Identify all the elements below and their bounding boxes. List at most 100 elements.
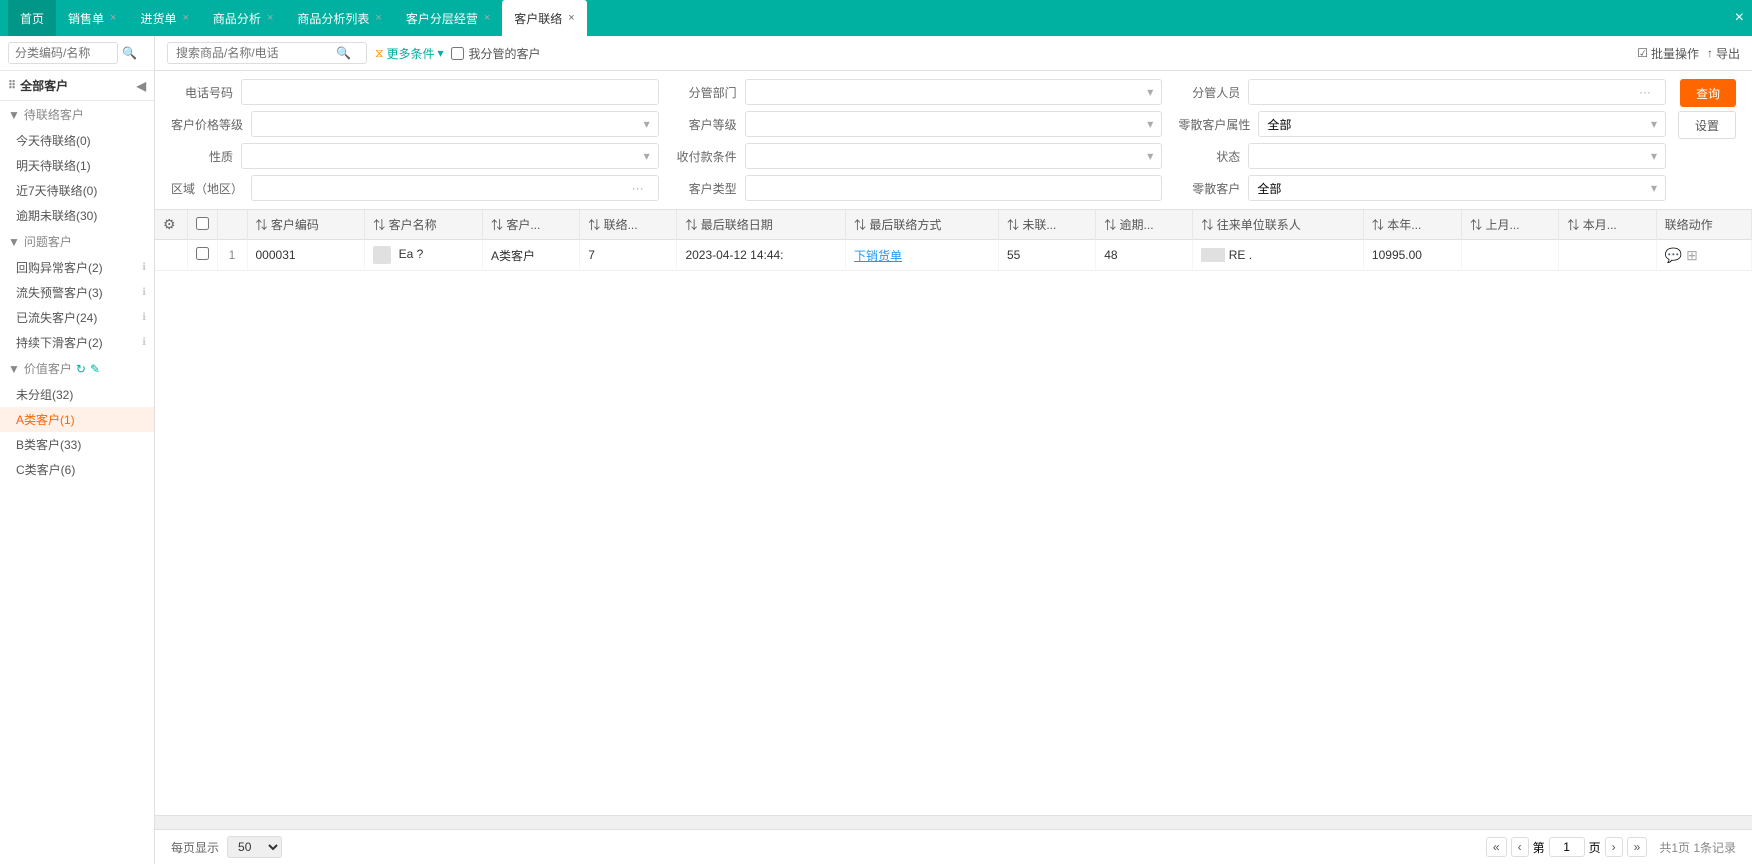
retail-attr-field: 零散客户属性 全部 ▾ [1178,111,1666,137]
sidebar-item-churn-warning[interactable]: 流失预警客户(3) ℹ [0,280,154,305]
nav-tab-purchase[interactable]: 进货单 × [128,0,200,36]
nav-tab-purchase-close[interactable]: × [182,12,188,24]
dept-select[interactable]: ▾ [745,79,1163,105]
col-no-contact-sort-icon: ⇅ [1007,218,1019,232]
content-area: 🔍 ⧖ 更多条件 ▾ 我分管的客户 ☑ 批量操作 ↑ 导出 [155,36,1752,864]
retail-customer-select[interactable]: 全部 ▾ [1248,175,1666,201]
col-contact-action-header: 联络动作 [1656,210,1751,240]
sidebar-section-problem[interactable]: ▼ 问题客户 [0,228,154,255]
sidebar-item-tomorrow-pending[interactable]: 明天待联络(1) [0,153,154,178]
price-level-select[interactable]: ▾ [251,111,659,137]
search-input[interactable] [176,46,336,60]
grid-action-icon[interactable]: ⊞ [1686,247,1698,264]
sidebar-item-today-pending[interactable]: 今天待联络(0) [0,128,154,153]
next-page-btn[interactable]: › [1605,837,1623,857]
manager-dots-icon[interactable]: ··· [1633,85,1657,99]
sidebar-item-overdue-pending[interactable]: 逾期未联络(30) [0,203,154,228]
row-last-contact-method[interactable]: 下销货单 [854,249,902,263]
nav-tab-home[interactable]: 首页 [8,0,56,36]
nature-select[interactable]: ▾ [241,143,659,169]
horizontal-scrollbar[interactable] [155,815,1752,829]
nav-tab-goods-analysis-list[interactable]: 商品分析列表 × [285,0,393,36]
sidebar-item-declining[interactable]: 持续下滑客户(2) ℹ [0,330,154,355]
row-customer-code: 000031 [256,248,296,262]
col-unit-contact-sort-icon: ⇅ [1201,218,1213,232]
nav-tab-goods-analysis[interactable]: 商品分析 × [201,0,285,36]
total-records-label: 共1页 1条记录 [1659,839,1736,856]
table-settings-icon[interactable]: ⚙ [163,216,176,232]
class-c-count: (6) [61,463,76,477]
sidebar-search-input[interactable] [8,42,118,64]
all-customers-label[interactable]: 全部客户 [20,77,68,94]
retail-attr-arrow-icon: ▾ [1651,117,1657,131]
col-overdue-header: ⇅ 逾期... [1096,210,1193,240]
payment-field: 收付款条件 ▾ [675,143,1163,169]
row-contact: 7 [588,248,595,262]
sidebar-item-abnormal-repurchase[interactable]: 回购异常客户(2) ℹ [0,255,154,280]
col-customer-name-sort-icon: ⇅ [373,218,385,232]
table-header-row: ⚙ ⇅ 客户编码 ⇅ 客户名称 ⇅ 客户... [155,210,1752,240]
batch-operation-btn[interactable]: ☑ 批量操作 [1637,45,1699,62]
page-number-input[interactable] [1549,837,1585,857]
sidebar-item-7day-pending[interactable]: 近7天待联络(0) [0,178,154,203]
nav-tab-customer-segment[interactable]: 客户分层经营 × [394,0,502,36]
last-page-btn[interactable]: » [1627,837,1648,857]
per-page-select[interactable]: 50 100 200 [227,836,282,858]
value-section-edit-icon[interactable]: ✎ [90,362,100,376]
nav-tab-goods-analysis-list-close[interactable]: × [375,12,381,24]
sidebar-section-value[interactable]: ▼ 价值客户 ↻ ✎ [0,355,154,382]
search-submit-icon[interactable]: 🔍 [336,46,351,60]
prev-page-btn[interactable]: ‹ [1511,837,1529,857]
row-contact-action-cell: 💬 ⊞ [1656,240,1751,271]
sidebar-item-ungrouped[interactable]: 未分组(32) [0,382,154,407]
customer-type-input[interactable] [745,175,1163,201]
manager-label: 分管人员 [1178,84,1248,101]
manager-select[interactable]: ··· [1248,79,1666,105]
sidebar-item-class-c[interactable]: C类客户(6) [0,457,154,482]
row-checkbox[interactable] [196,247,209,260]
declining-count: (2) [88,336,103,350]
more-filters-btn[interactable]: ⧖ 更多条件 ▾ [375,45,443,62]
sidebar-item-churned[interactable]: 已流失客户(24) ℹ [0,305,154,330]
churn-warning-count: (3) [88,286,103,300]
nav-tab-goods-analysis-close[interactable]: × [267,12,273,24]
nav-tab-sales-close[interactable]: × [110,12,116,24]
first-page-btn[interactable]: « [1486,837,1507,857]
region-dots-icon[interactable]: ··· [626,181,650,195]
status-select[interactable]: ▾ [1248,143,1666,169]
query-button[interactable]: 查询 [1680,79,1736,107]
payment-label: 收付款条件 [675,148,745,165]
filter-row-2: 客户价格等级 ▾ 客户等级 ▾ [171,111,1666,137]
my-customers-checkbox[interactable] [451,47,464,60]
sidebar-search-icon[interactable]: 🔍 [122,46,137,60]
sidebar-section-pending[interactable]: ▼ 待联络客户 [0,101,154,128]
select-all-checkbox[interactable] [196,217,209,230]
payment-select[interactable]: ▾ [745,143,1163,169]
sidebar-item-class-a[interactable]: A类客户(1) [0,407,154,432]
nav-tab-customer-contact-close[interactable]: × [568,12,574,24]
col-gear: ⚙ [155,210,187,240]
phone-input[interactable] [241,79,659,105]
sidebar-collapse-btn[interactable]: ◀ [137,79,146,93]
customer-level-select[interactable]: ▾ [745,111,1163,137]
unit-contact-placeholder [1201,248,1225,262]
region-select[interactable]: ··· [251,175,659,201]
chat-action-icon[interactable]: 💬 [1665,247,1682,264]
sidebar-item-class-b[interactable]: B类客户(33) [0,432,154,457]
retail-customer-value: 全部 [1257,180,1281,197]
retail-attr-select[interactable]: 全部 ▾ [1258,111,1666,137]
sidebar-header: ⠿ 全部客户 ◀ [0,71,154,101]
setting-button[interactable]: 设置 [1678,111,1736,139]
filter-icon: ⧖ [375,46,383,61]
col-last-month-sort-icon: ⇅ [1470,218,1482,232]
top-nav-close-all[interactable]: × [1735,9,1744,27]
nav-tab-sales[interactable]: 销售单 × [56,0,128,36]
nav-tab-customer-segment-close[interactable]: × [484,12,490,24]
row-overdue: 48 [1104,248,1117,262]
export-btn[interactable]: ↑ 导出 [1707,45,1740,62]
nav-tab-customer-contact[interactable]: 客户联络 × [502,0,586,36]
row-action-icons: 💬 ⊞ [1665,247,1743,264]
batch-op-check-icon: ☑ [1637,46,1648,60]
value-section-refresh-icon[interactable]: ↻ [76,362,86,376]
row-this-month-cell [1559,240,1656,271]
